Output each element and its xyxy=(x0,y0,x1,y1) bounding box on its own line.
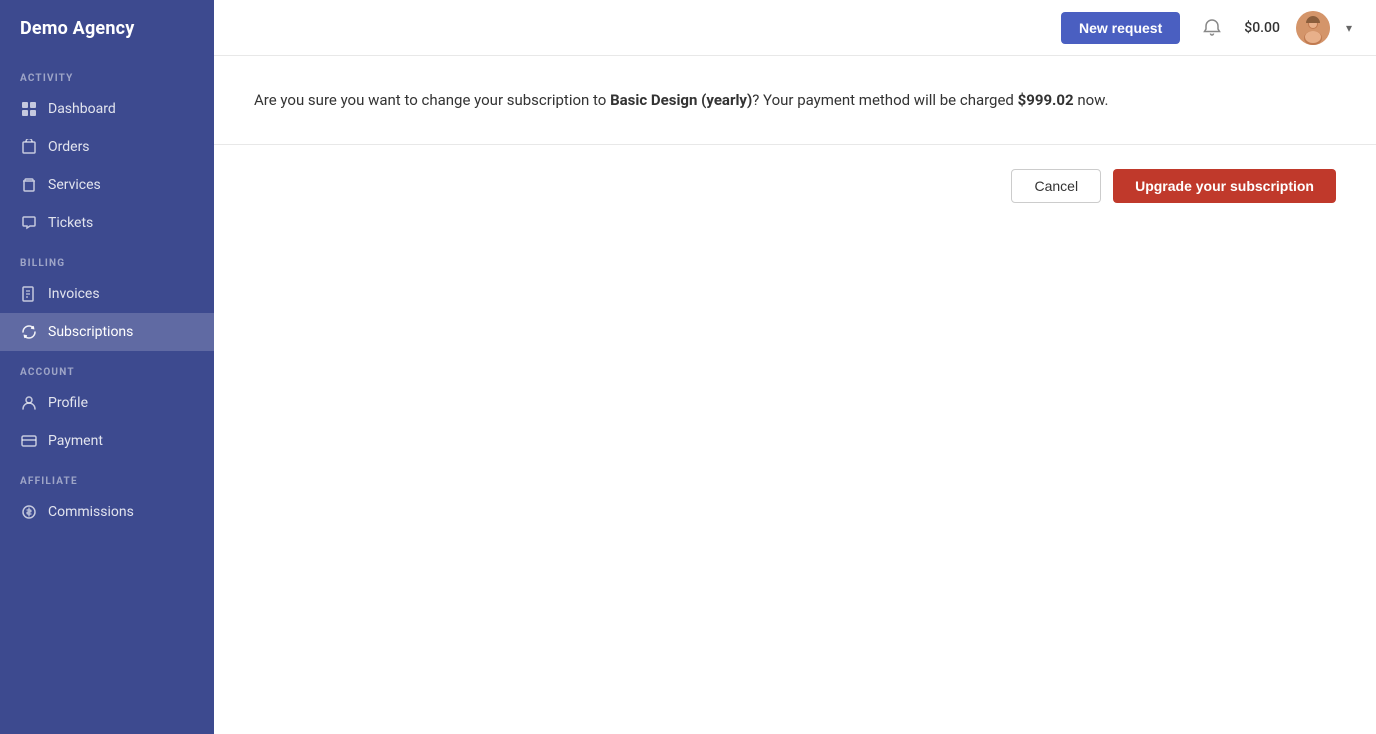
sidebar-item-subscriptions[interactable]: Subscriptions xyxy=(0,313,214,351)
new-request-button[interactable]: New request xyxy=(1061,12,1180,44)
sidebar-item-invoices[interactable]: Invoices xyxy=(0,275,214,313)
orders-icon xyxy=(20,138,38,156)
sidebar-item-services[interactable]: Services xyxy=(0,166,214,204)
sidebar-section-account: ACCOUNT Profile Payment xyxy=(0,351,214,460)
sidebar-item-profile[interactable]: Profile xyxy=(0,384,214,422)
main-content: Are you sure you want to change your sub… xyxy=(214,56,1376,734)
sidebar-item-commissions[interactable]: Commissions xyxy=(0,493,214,531)
confirmation-text-middle: ? Your payment method will be charged xyxy=(752,91,1017,109)
topbar: New request $0.00 ▾ xyxy=(214,0,1376,56)
sidebar-item-payment[interactable]: Payment xyxy=(0,422,214,460)
commissions-icon xyxy=(20,503,38,521)
tickets-label: Tickets xyxy=(48,215,93,231)
sidebar-item-orders[interactable]: Orders xyxy=(0,128,214,166)
plan-name: Basic Design (yearly) xyxy=(610,91,752,109)
services-icon xyxy=(20,176,38,194)
section-label-billing: BILLING xyxy=(0,242,214,275)
section-label-activity: ACTIVITY xyxy=(0,57,214,90)
commissions-label: Commissions xyxy=(48,504,134,520)
profile-label: Profile xyxy=(48,395,88,411)
confirmation-section: Are you sure you want to change your sub… xyxy=(214,56,1376,145)
user-menu-chevron[interactable]: ▾ xyxy=(1346,21,1352,35)
subscriptions-label: Subscriptions xyxy=(48,324,133,340)
subscriptions-icon xyxy=(20,323,38,341)
notifications-bell[interactable] xyxy=(1196,12,1228,44)
main-area: New request $0.00 ▾ Are you sure you wan… xyxy=(214,0,1376,734)
section-label-account: ACCOUNT xyxy=(0,351,214,384)
dashboard-label: Dashboard xyxy=(48,101,116,117)
profile-icon xyxy=(20,394,38,412)
user-avatar[interactable] xyxy=(1296,11,1330,45)
invoices-icon xyxy=(20,285,38,303)
dashboard-icon xyxy=(20,100,38,118)
services-label: Services xyxy=(48,177,101,193)
confirmation-text-before: Are you sure you want to change your sub… xyxy=(254,91,610,109)
sidebar: Demo Agency ACTIVITY Dashboard Orders Se… xyxy=(0,0,214,734)
tickets-icon xyxy=(20,214,38,232)
sidebar-section-billing: BILLING Invoices Subscriptions xyxy=(0,242,214,351)
price-amount: $999.02 xyxy=(1018,91,1074,109)
account-balance: $0.00 xyxy=(1244,20,1280,36)
sidebar-section-activity: ACTIVITY Dashboard Orders Services Ticke… xyxy=(0,57,214,242)
sidebar-item-tickets[interactable]: Tickets xyxy=(0,204,214,242)
confirmation-text: Are you sure you want to change your sub… xyxy=(254,88,1336,112)
invoices-label: Invoices xyxy=(48,286,100,302)
action-row: Cancel Upgrade your subscription xyxy=(214,145,1376,227)
payment-label: Payment xyxy=(48,433,103,449)
sidebar-section-affiliate: AFFILIATE Commissions xyxy=(0,460,214,531)
upgrade-button[interactable]: Upgrade your subscription xyxy=(1113,169,1336,203)
cancel-button[interactable]: Cancel xyxy=(1011,169,1101,203)
payment-icon xyxy=(20,432,38,450)
sidebar-item-dashboard[interactable]: Dashboard xyxy=(0,90,214,128)
orders-label: Orders xyxy=(48,139,90,155)
app-title: Demo Agency xyxy=(0,0,214,57)
confirmation-text-after: now. xyxy=(1074,91,1109,109)
section-label-affiliate: AFFILIATE xyxy=(0,460,214,493)
